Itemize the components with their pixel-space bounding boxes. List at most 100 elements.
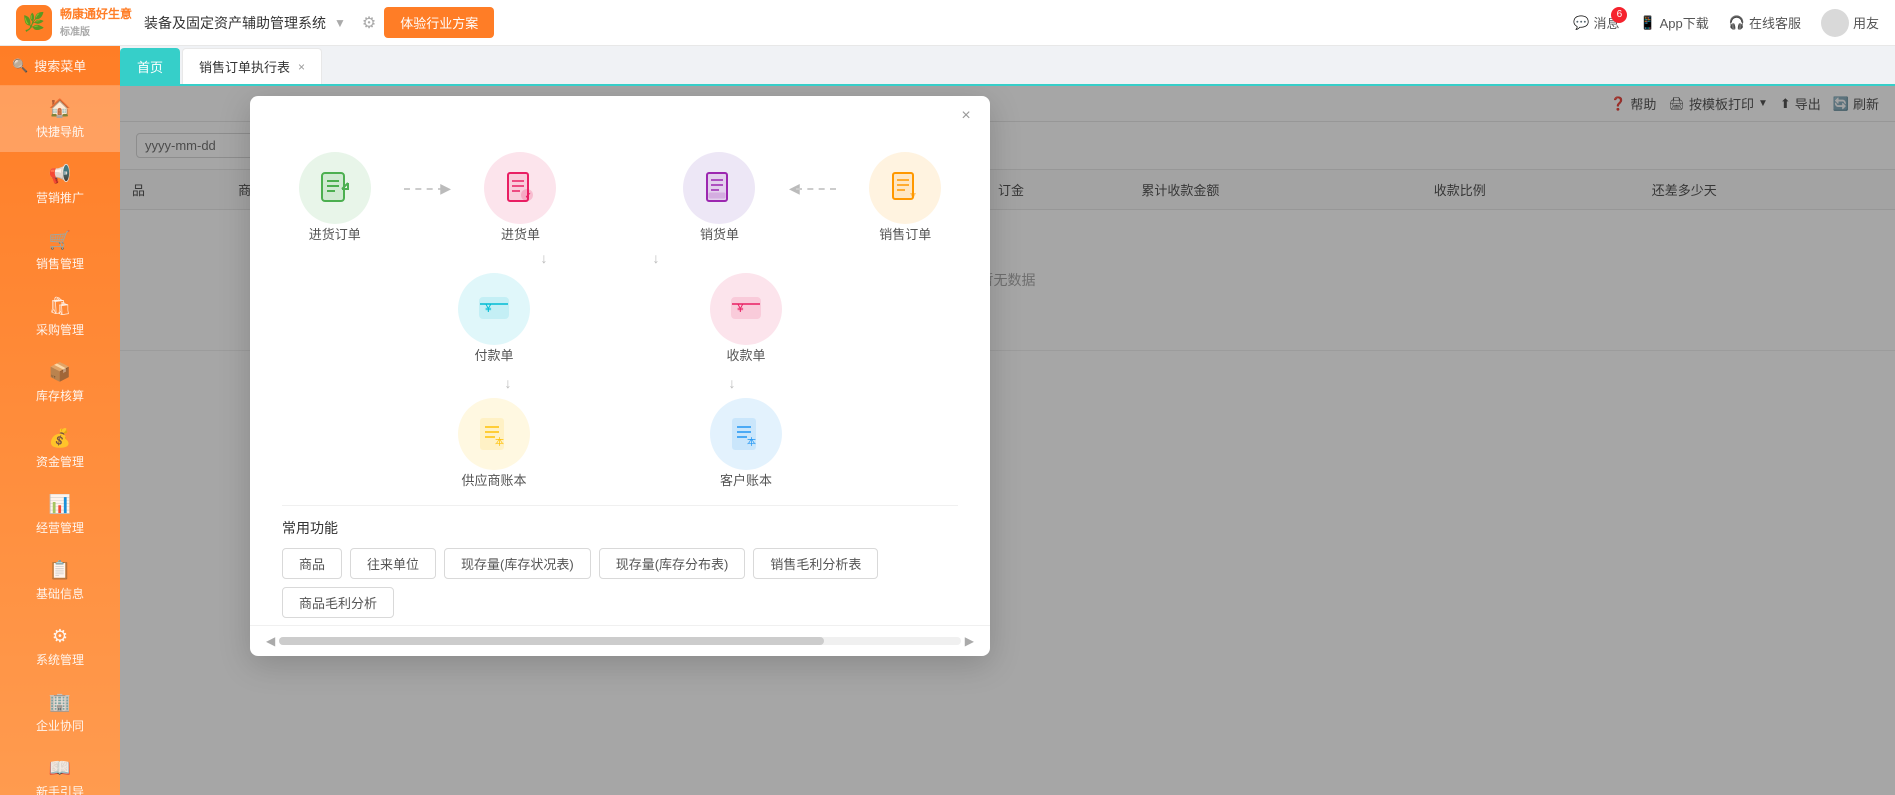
logo-icon: 🌿 — [16, 5, 52, 41]
customer-account-circle: 本 — [710, 398, 782, 470]
modal-overlay[interactable]: × — [120, 86, 1895, 795]
tab-home[interactable]: 首页 — [120, 48, 180, 84]
topbar-actions: 💬 消息 6 📱 App下载 🎧 在线客服 用友 — [1573, 9, 1879, 37]
modal-scrollbar: ◀ ▶ — [250, 625, 990, 656]
node-customer-account[interactable]: 本 客户账本 — [710, 398, 782, 489]
dropdown-icon[interactable]: ▼ — [334, 16, 346, 30]
node-supplier-account[interactable]: 本 供应商账本 — [458, 398, 530, 489]
func-goods-gross-analysis[interactable]: 商品毛利分析 — [282, 587, 394, 618]
sales-bill-icon — [700, 169, 738, 207]
node-receipt-bill[interactable]: ¥ 收款单 — [710, 273, 782, 364]
func-current-qty-status[interactable]: 现存量(库存状况表) — [444, 548, 591, 579]
customer-account-label: 客户账本 — [720, 470, 772, 489]
node-purchase-bill[interactable]: ✓ 进货单 — [484, 152, 556, 243]
common-functions: 常用功能 商品 往来单位 现存量(库存状况表) 现存量(库存分布表) 销售毛利分… — [282, 505, 958, 625]
arrow-r2: ◀ — [789, 152, 836, 197]
purchase-bill-circle: ✓ — [484, 152, 556, 224]
sidebar-item-basic-info[interactable]: 📋 基础信息 — [0, 548, 120, 614]
purchase-bill-icon: ✓ — [501, 169, 539, 207]
scroll-right-arrow[interactable]: ▶ — [965, 634, 974, 648]
tab-bar: 首页 销售订单执行表 × — [120, 46, 1895, 86]
message-badge: 6 — [1611, 7, 1627, 23]
flow-row1: 进货订单 ▶ — [282, 152, 958, 243]
flow-row2: ¥ 付款单 — [282, 273, 958, 368]
purchase-order-label: 进货订单 — [309, 224, 361, 243]
search-icon: 🔍 — [12, 58, 28, 74]
svg-text:¥: ¥ — [736, 301, 744, 315]
purchase-icon: 🛍 — [49, 296, 72, 317]
sidebar-item-label: 经营管理 — [36, 519, 84, 536]
sidebar-item-sales[interactable]: 🛒 销售管理 — [0, 218, 120, 284]
supplier-account-icon: 本 — [475, 415, 513, 453]
home-icon: 🏠 — [49, 98, 71, 119]
func-goods[interactable]: 商品 — [282, 548, 342, 579]
customer-account-icon: 本 — [727, 415, 765, 453]
sidebar-item-finance[interactable]: 💰 资金管理 — [0, 416, 120, 482]
tab-sales-order[interactable]: 销售订单执行表 × — [182, 48, 322, 84]
node-sales-bill[interactable]: 销货单 — [683, 152, 755, 243]
purchase-order-circle — [299, 152, 371, 224]
supplier-account-circle: 本 — [458, 398, 530, 470]
sidebar-item-label: 企业协同 — [36, 717, 84, 734]
app-download-button[interactable]: 📱 App下载 — [1639, 13, 1708, 32]
settings-icon[interactable]: ⚙ — [362, 13, 376, 33]
logo-sub: 标准版 — [60, 23, 132, 38]
message-icon: 💬 — [1573, 15, 1589, 31]
system-title: 装备及固定资产辅助管理系统 ▼ ⚙ — [144, 13, 376, 33]
user-menu-button[interactable]: 用友 — [1821, 9, 1879, 37]
func-counterpart[interactable]: 往来单位 — [350, 548, 436, 579]
receipt-bill-circle: ¥ — [710, 273, 782, 345]
content-area: 首页 销售订单执行表 × ❓ 帮助 🖨 按模板打印 ▼ — [120, 46, 1895, 795]
tab-sales-order-label: 销售订单执行表 — [199, 57, 290, 76]
sidebar-item-guide[interactable]: 📖 新手引导 — [0, 746, 120, 795]
flow-diagram: 进货订单 ▶ — [282, 144, 958, 497]
receipt-bill-label: 收款单 — [726, 345, 765, 364]
scroll-thumb — [279, 637, 824, 645]
tab-home-label: 首页 — [137, 57, 163, 76]
download-icon: 📱 — [1639, 15, 1655, 31]
func-sales-gross-analysis[interactable]: 销售毛利分析表 — [753, 548, 878, 579]
sidebar-item-system[interactable]: ⚙ 系统管理 — [0, 614, 120, 680]
svg-text:本: 本 — [747, 436, 756, 447]
scroll-track[interactable] — [279, 637, 961, 645]
payment-bill-circle: ¥ — [458, 273, 530, 345]
sales-order-label: 销售订单 — [879, 224, 931, 243]
purchase-bill-label: 进货单 — [501, 224, 540, 243]
sidebar-item-enterprise[interactable]: 🏢 企业协同 — [0, 680, 120, 746]
marketing-icon: 📢 — [49, 164, 71, 185]
basic-info-icon: 📋 — [49, 560, 71, 581]
node-sales-order[interactable]: 销售订单 — [869, 152, 941, 243]
payment-bill-icon: ¥ — [475, 290, 513, 328]
message-button[interactable]: 💬 消息 6 — [1573, 13, 1619, 32]
sidebar-item-quick-nav[interactable]: 🏠 快捷导航 — [0, 86, 120, 152]
search-menu[interactable]: 🔍 搜索菜单 — [0, 46, 120, 86]
modal-close-button[interactable]: × — [954, 104, 978, 128]
down-arrow-payment: ↓ — [541, 251, 548, 265]
func-current-qty-dist[interactable]: 现存量(库存分布表) — [599, 548, 746, 579]
supplier-account-label: 供应商账本 — [461, 470, 526, 489]
sidebar-item-label: 快捷导航 — [36, 123, 84, 140]
service-icon: 🎧 — [1729, 15, 1745, 31]
system-icon: ⚙ — [52, 626, 68, 647]
sidebar-item-marketing[interactable]: 📢 营销推广 — [0, 152, 120, 218]
sidebar-item-label: 营销推广 — [36, 189, 84, 206]
scroll-left-arrow[interactable]: ◀ — [266, 634, 275, 648]
sidebar-item-label: 资金管理 — [36, 453, 84, 470]
payment-bill-label: 付款单 — [474, 345, 513, 364]
tab-close-icon[interactable]: × — [298, 60, 305, 74]
node-purchase-order[interactable]: 进货订单 — [299, 152, 371, 243]
sales-order-circle — [869, 152, 941, 224]
sidebar-item-purchase[interactable]: 🛍 采购管理 — [0, 284, 120, 350]
modal-body: 进货订单 ▶ — [250, 128, 990, 625]
sidebar-item-label: 系统管理 — [36, 651, 84, 668]
sidebar-item-operation[interactable]: 📊 经营管理 — [0, 482, 120, 548]
online-service-button[interactable]: 🎧 在线客服 — [1729, 13, 1801, 32]
down-arrow-customer: ↓ — [729, 376, 736, 390]
node-payment-bill[interactable]: ¥ 付款单 — [458, 273, 530, 364]
logo: 🌿 畅康通好生意 标准版 — [16, 5, 136, 41]
sales-bill-label: 销货单 — [700, 224, 739, 243]
guide-icon: 📖 — [49, 758, 71, 779]
sidebar-item-label: 新手引导 — [36, 783, 84, 795]
sidebar-item-inventory[interactable]: 📦 库存核算 — [0, 350, 120, 416]
trial-button[interactable]: 体验行业方案 — [384, 7, 494, 38]
